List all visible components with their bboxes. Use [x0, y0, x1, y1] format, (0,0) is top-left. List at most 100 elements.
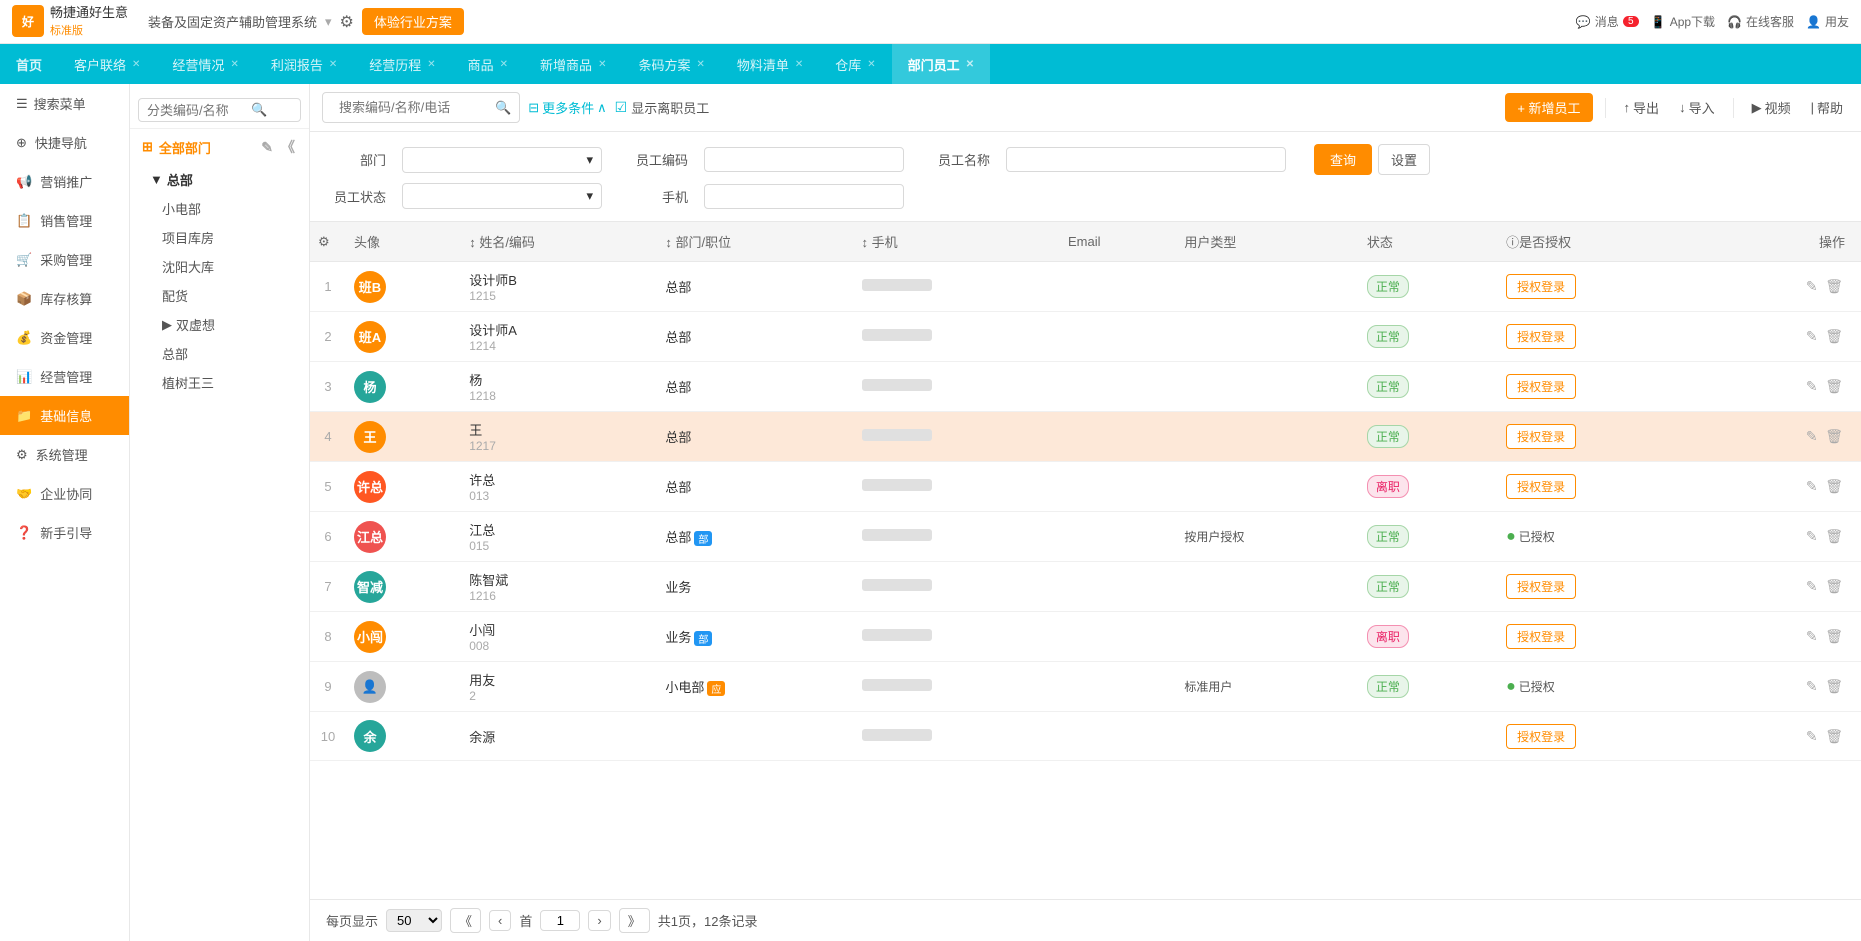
- message-btn[interactable]: 💬 消息 5: [1576, 13, 1639, 30]
- tab-history[interactable]: 经营历程 ✕: [353, 44, 451, 84]
- delete-btn[interactable]: 🗑: [1823, 626, 1845, 646]
- auth-login-btn[interactable]: 授权登录: [1506, 724, 1576, 749]
- emp-code-input[interactable]: [704, 147, 904, 172]
- set-btn[interactable]: 设置: [1378, 144, 1430, 175]
- dept-tree-item-project[interactable]: 项目库房: [130, 223, 309, 252]
- sidebar-item-sales[interactable]: 📋 销售管理: [0, 201, 129, 240]
- next-page-btn[interactable]: ›: [588, 910, 610, 931]
- col-name-code[interactable]: ↕ 姓名/编码: [461, 222, 657, 262]
- tab-add-goods[interactable]: 新增商品 ✕: [524, 44, 622, 84]
- dept-collapse-icon[interactable]: 《: [279, 135, 297, 159]
- close-barcode-icon[interactable]: ✕: [696, 59, 704, 70]
- dropdown-arrow-icon[interactable]: ▾: [325, 14, 332, 30]
- col-phone[interactable]: ↕ 手机: [854, 222, 1060, 262]
- delete-btn[interactable]: 🗑: [1823, 676, 1845, 696]
- emp-status-select[interactable]: ▾: [402, 183, 602, 209]
- emp-search-input[interactable]: [331, 96, 491, 119]
- auth-login-btn[interactable]: 授权登录: [1506, 624, 1576, 649]
- delete-btn[interactable]: 🗑: [1823, 326, 1845, 346]
- tab-customer[interactable]: 客户联络 ✕: [58, 44, 156, 84]
- auth-login-btn[interactable]: 授权登录: [1506, 324, 1576, 349]
- dept-tree-item-peihuo[interactable]: 配货: [130, 281, 309, 310]
- col-dept-pos[interactable]: ↕ 部门/职位: [657, 222, 853, 262]
- tab-barcode[interactable]: 条码方案 ✕: [622, 44, 720, 84]
- current-page-input[interactable]: [540, 910, 580, 931]
- emp-search-icon[interactable]: 🔍: [495, 100, 511, 116]
- auth-login-btn[interactable]: 授权登录: [1506, 374, 1576, 399]
- edit-btn[interactable]: ✎: [1804, 526, 1820, 546]
- col-settings-icon[interactable]: ⚙: [318, 234, 330, 249]
- dept-tree-item-zongbu[interactable]: 总部: [130, 339, 309, 368]
- prev-page-btn[interactable]: ‹: [489, 910, 511, 931]
- edit-btn[interactable]: ✎: [1804, 476, 1820, 496]
- phone-input[interactable]: [704, 184, 904, 209]
- tab-operation[interactable]: 经营情况 ✕: [156, 44, 254, 84]
- tab-home[interactable]: 首页: [0, 44, 58, 84]
- edit-btn[interactable]: ✎: [1804, 326, 1820, 346]
- sidebar-item-system[interactable]: ⚙ 系统管理: [0, 435, 129, 474]
- auth-login-btn[interactable]: 授权登录: [1506, 424, 1576, 449]
- dept-search-icon[interactable]: 🔍: [251, 102, 267, 118]
- app-download-btn[interactable]: 📱 App下载: [1651, 13, 1715, 30]
- delete-btn[interactable]: 🗑: [1823, 726, 1845, 746]
- online-service-btn[interactable]: 🎧 在线客服: [1727, 13, 1794, 30]
- auth-login-btn[interactable]: 授权登录: [1506, 274, 1576, 299]
- close-bom-icon[interactable]: ✕: [795, 59, 803, 70]
- emp-name-input[interactable]: [1006, 147, 1286, 172]
- dept-tree-root[interactable]: ▼ 总部: [130, 165, 309, 194]
- trial-button[interactable]: 体验行业方案: [362, 8, 464, 35]
- delete-btn[interactable]: 🗑: [1823, 276, 1845, 296]
- delete-btn[interactable]: 🗑: [1823, 376, 1845, 396]
- close-goods-icon[interactable]: ✕: [500, 59, 508, 70]
- auth-login-btn[interactable]: 授权登录: [1506, 474, 1576, 499]
- sidebar-item-purchase[interactable]: 🛒 采购管理: [0, 240, 129, 279]
- gear-button[interactable]: ⚙: [340, 12, 354, 32]
- delete-btn[interactable]: 🗑: [1823, 576, 1845, 596]
- per-page-select[interactable]: 50 100: [386, 909, 442, 932]
- sidebar-item-quicknav[interactable]: ⊕ 快捷导航: [0, 123, 129, 162]
- col-settings[interactable]: ⚙: [310, 222, 346, 262]
- help-btn[interactable]: | 帮助: [1805, 94, 1849, 121]
- tab-goods[interactable]: 商品 ✕: [452, 44, 524, 84]
- close-customer-icon[interactable]: ✕: [132, 59, 140, 70]
- edit-btn[interactable]: ✎: [1804, 626, 1820, 646]
- dept-edit-icon[interactable]: ✎: [259, 137, 275, 158]
- more-filter-btn[interactable]: ⊟ 更多条件 ∧: [528, 98, 606, 117]
- dept-search-input[interactable]: [147, 103, 247, 118]
- export-btn[interactable]: ↑ 导出: [1618, 94, 1666, 121]
- delete-btn[interactable]: 🗑: [1823, 426, 1845, 446]
- delete-btn[interactable]: 🗑: [1823, 526, 1845, 546]
- dept-tree-item-zhishu[interactable]: 植树王三: [130, 368, 309, 397]
- sidebar-item-guide[interactable]: ❓ 新手引导: [0, 513, 129, 552]
- dept-tree-item-shenyang[interactable]: 沈阳大库: [130, 252, 309, 281]
- edit-btn[interactable]: ✎: [1804, 726, 1820, 746]
- edit-btn[interactable]: ✎: [1804, 576, 1820, 596]
- dept-filter-select[interactable]: ▾: [402, 147, 602, 173]
- edit-btn[interactable]: ✎: [1804, 276, 1820, 296]
- user-btn[interactable]: 👤 用友: [1806, 13, 1849, 30]
- tab-dept-staff[interactable]: 部门员工 ✕: [892, 44, 990, 84]
- auth-login-btn[interactable]: 授权登录: [1506, 574, 1576, 599]
- sidebar-item-collab[interactable]: 🤝 企业协同: [0, 474, 129, 513]
- tab-profit[interactable]: 利润报告 ✕: [255, 44, 353, 84]
- tab-bom[interactable]: 物料清单 ✕: [721, 44, 819, 84]
- close-operation-icon[interactable]: ✕: [230, 59, 238, 70]
- tab-warehouse[interactable]: 仓库 ✕: [819, 44, 891, 84]
- edit-btn[interactable]: ✎: [1804, 676, 1820, 696]
- add-employee-btn[interactable]: + 新增员工: [1505, 93, 1592, 122]
- sidebar-item-marketing[interactable]: 📢 营销推广: [0, 162, 129, 201]
- dept-tree-item-xiaodian[interactable]: 小电部: [130, 194, 309, 223]
- sidebar-item-finance[interactable]: 💰 资金管理: [0, 318, 129, 357]
- close-add-goods-icon[interactable]: ✕: [598, 59, 606, 70]
- view-btn[interactable]: ▶ 视频: [1746, 94, 1797, 121]
- close-history-icon[interactable]: ✕: [427, 59, 435, 70]
- sidebar-item-inventory[interactable]: 📦 库存核算: [0, 279, 129, 318]
- sidebar-item-business[interactable]: 📊 经营管理: [0, 357, 129, 396]
- show-resigned-toggle[interactable]: ☑ 显示离职员工: [615, 98, 710, 117]
- close-profit-icon[interactable]: ✕: [329, 59, 337, 70]
- search-menu-item[interactable]: ☰ 搜索菜单: [0, 84, 129, 123]
- edit-btn[interactable]: ✎: [1804, 426, 1820, 446]
- close-dept-icon[interactable]: ✕: [966, 59, 974, 70]
- edit-btn[interactable]: ✎: [1804, 376, 1820, 396]
- close-warehouse-icon[interactable]: ✕: [867, 59, 875, 70]
